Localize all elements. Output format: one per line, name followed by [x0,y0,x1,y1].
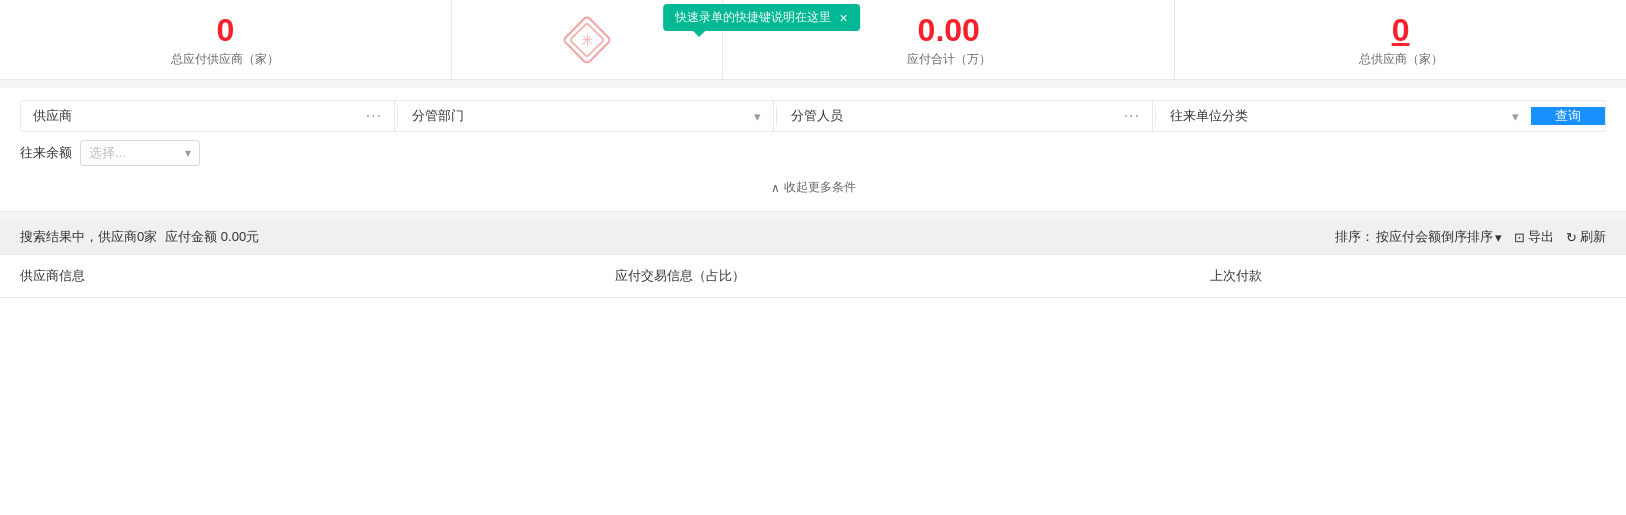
col-transaction-header: 应付交易信息（占比） [615,267,1210,285]
stat-total-suppliers: 0 总供应商（家） [1175,0,1626,79]
diamond-logo-icon: 米 [560,13,614,67]
tooltip-text: 快速录单的快捷键说明在这里 [675,9,831,26]
tooltip-close-button[interactable]: × [839,11,847,25]
supplier-label: 供应商 [33,107,72,125]
tooltip-bubble: 快速录单的快捷键说明在这里 × [663,4,859,31]
results-actions: 排序： 按应付会额倒序排序 ▾ ⊡ 导出 ↻ 刷新 [1335,228,1606,246]
export-icon: ⊡ [1514,230,1525,245]
col-last-payment-header: 上次付款 [1210,267,1607,285]
supplier-dots[interactable]: ··· [366,107,382,125]
balance-arrow[interactable]: ▾ [185,146,191,160]
collapse-row: ∧ 收起更多条件 [20,170,1606,203]
filter-supplier: 供应商 ··· [21,101,395,131]
filter-row-2: 往来余额 选择... ▾ [20,140,1606,170]
unit-category-arrow[interactable]: ▾ [1512,109,1519,124]
query-button[interactable]: 查询 [1531,107,1605,125]
filter-department: 分管部门 ▾ [400,101,774,131]
table-header: 供应商信息 应付交易信息（占比） 上次付款 [0,255,1626,298]
filter-bar: 供应商 ··· 分管部门 ▾ 分管人员 ··· 往来单位分类 ▾ [0,88,1626,212]
manager-dots[interactable]: ··· [1124,107,1140,125]
col-supplier-header: 供应商信息 [20,267,615,285]
balance-placeholder: 选择... [89,144,185,162]
results-bar: 搜索结果中，供应商0家 应付金额 0.00元 排序： 按应付会额倒序排序 ▾ ⊡… [0,220,1626,255]
sort-arrow[interactable]: ▾ [1495,230,1502,245]
manager-input[interactable] [851,109,1120,124]
sort-label: 排序： [1335,228,1374,246]
manager-label: 分管人员 [791,107,843,125]
sep2 [776,106,777,126]
refresh-button[interactable]: ↻ 刷新 [1566,228,1606,246]
stat-payable-label: 总应付供应商（家） [171,51,279,68]
balance-label: 往来余额 [20,144,72,162]
stat-total-payable: 0 总应付供应商（家） [0,0,452,79]
collapse-icon: ∧ [771,181,780,195]
supplier-input[interactable] [80,109,362,124]
department-arrow[interactable]: ▾ [754,109,761,124]
sep1 [397,106,398,126]
stat-total-suppliers-label: 总供应商（家） [1359,51,1443,68]
stat-payable-value: 0 [217,11,235,49]
results-info-text: 搜索结果中，供应商0家 [20,228,157,246]
stat-total-suppliers-value[interactable]: 0 [1392,11,1410,49]
stat-payable-total-label: 应付合计（万） [907,51,991,68]
unit-category-label: 往来单位分类 [1170,107,1248,125]
balance-select[interactable]: 选择... ▾ [80,140,200,166]
results-amount-text: 应付金额 0.00元 [165,228,259,246]
svg-text:米: 米 [582,34,593,46]
unit-category-dropdown[interactable]: ▾ [1256,109,1519,124]
sep3 [1155,106,1156,126]
export-button[interactable]: ⊡ 导出 [1514,228,1554,246]
refresh-label: 刷新 [1580,228,1606,246]
results-info-area: 搜索结果中，供应商0家 应付金额 0.00元 [20,228,259,246]
table-body [0,298,1626,515]
export-label: 导出 [1528,228,1554,246]
stats-bar: 0 总应付供应商（家） 米 快速录单的快捷键说明在这里 × 0.00 应付合计（… [0,0,1626,80]
sort-select[interactable]: 排序： 按应付会额倒序排序 ▾ [1335,228,1502,246]
table-container: 供应商信息 应付交易信息（占比） 上次付款 [0,255,1626,515]
stat-icon-block: 米 快速录单的快捷键说明在这里 × [452,0,724,79]
filter-unit-category: 往来单位分类 ▾ [1158,101,1531,131]
refresh-icon: ↻ [1566,230,1577,245]
sort-value: 按应付会额倒序排序 [1376,228,1493,246]
filter-row-1: 供应商 ··· 分管部门 ▾ 分管人员 ··· 往来单位分类 ▾ [20,100,1606,132]
stat-payable-total-value: 0.00 [918,11,980,49]
filter-manager: 分管人员 ··· [779,101,1153,131]
department-label: 分管部门 [412,107,464,125]
department-dropdown[interactable]: ▾ [472,109,761,124]
collapse-button[interactable]: ∧ 收起更多条件 [759,176,868,199]
collapse-text: 收起更多条件 [784,179,856,196]
